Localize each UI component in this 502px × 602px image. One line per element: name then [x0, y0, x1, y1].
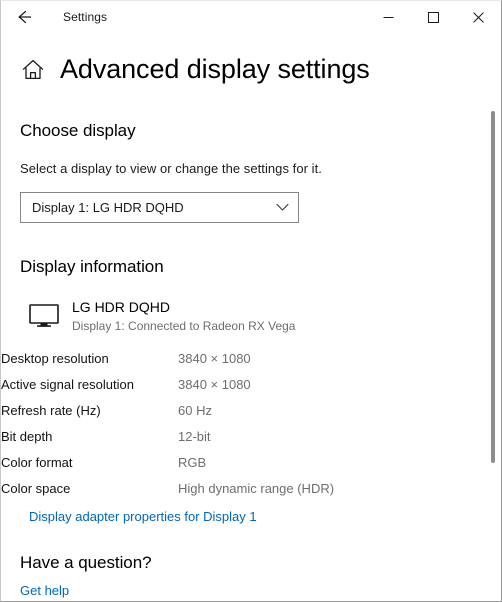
choose-display-heading: Choose display [20, 120, 136, 140]
display-information-heading: Display information [20, 256, 164, 276]
info-label: Bit depth [1, 429, 53, 444]
table-row: Active signal resolution 3840 × 1080 [1, 377, 334, 404]
info-label: Active signal resolution [1, 377, 134, 393]
display-select-value: Display 1: LG HDR DQHD [32, 199, 184, 215]
display-device-name: LG HDR DQHD [72, 298, 171, 315]
info-label: Refresh rate (Hz) [1, 403, 101, 419]
window-controls [366, 1, 501, 33]
display-info-table: Desktop resolution 3840 × 1080 Active si… [1, 351, 335, 508]
minimize-icon [383, 16, 394, 18]
table-row: Color space High dynamic range (HDR) [1, 480, 335, 508]
info-value: High dynamic range (HDR) [178, 480, 335, 496]
maximize-button[interactable] [411, 1, 456, 33]
page-content: Advanced display settings Choose display… [1, 33, 501, 601]
info-value: RGB [178, 454, 207, 470]
table-row: Color format RGB [1, 454, 334, 482]
minimize-button[interactable] [366, 1, 411, 33]
maximize-icon [428, 11, 439, 23]
home-icon[interactable] [20, 57, 46, 83]
title-bar: Settings [1, 1, 501, 33]
choose-display-description: Select a display to view or change the s… [20, 160, 322, 176]
info-label: Color format [1, 454, 73, 470]
close-icon [473, 11, 484, 23]
display-device-summary: LG HDR DQHD Display 1: Connected to Rade… [1, 277, 501, 335]
display-adapter-properties-link[interactable]: Display adapter properties for Display 1 [1, 509, 257, 524]
back-button[interactable] [1, 1, 46, 33]
display-select-dropdown[interactable]: Display 1: LG HDR DQHD [20, 191, 299, 223]
info-value: 60 Hz [178, 403, 212, 419]
table-row: Desktop resolution 3840 × 1080 [1, 351, 334, 378]
settings-window: Settings Advanced display settings Choos… [0, 0, 502, 602]
get-help-link[interactable]: Get help [1, 583, 69, 598]
scrollbar-thumb[interactable] [491, 111, 495, 463]
display-device-subtitle: Display 1: Connected to Radeon RX Vega [72, 319, 296, 334]
info-value: 3840 × 1080 [178, 351, 251, 367]
window-title: Settings [63, 10, 108, 24]
monitor-icon [29, 303, 59, 327]
close-button[interactable] [456, 1, 501, 33]
info-label: Color space [1, 480, 71, 496]
table-row: Refresh rate (Hz) 60 Hz [1, 403, 334, 430]
info-value: 12-bit [178, 429, 211, 444]
table-row: Bit depth 12-bit [1, 429, 334, 456]
info-label: Desktop resolution [1, 351, 109, 367]
vertical-scrollbar[interactable] [488, 34, 498, 600]
back-arrow-icon [18, 10, 31, 24]
page-header: Advanced display settings [1, 33, 501, 85]
have-a-question-heading: Have a question? [20, 552, 152, 572]
page-title: Advanced display settings [60, 54, 370, 84]
chevron-down-icon [276, 203, 289, 211]
info-value: 3840 × 1080 [178, 377, 251, 393]
